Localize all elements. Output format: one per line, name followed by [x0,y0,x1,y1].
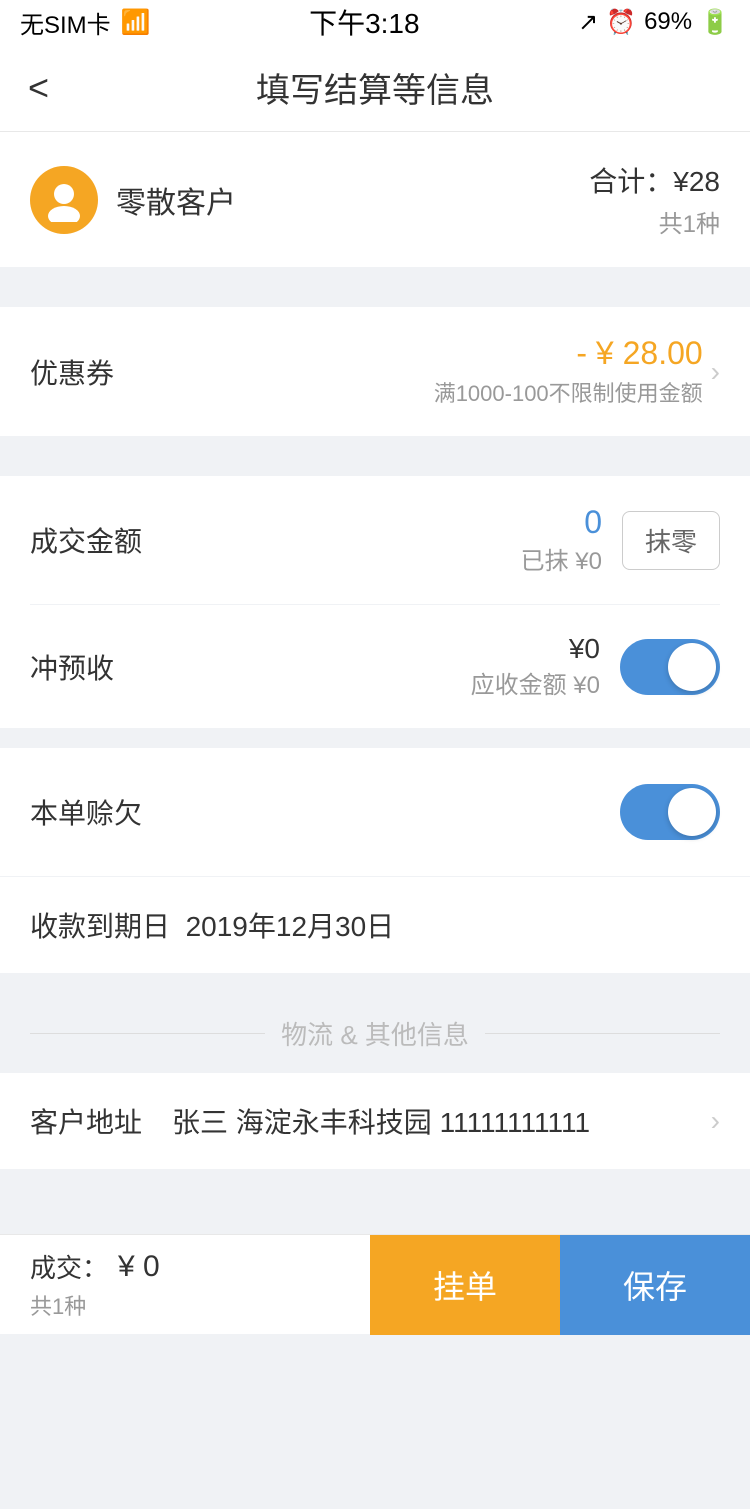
customer-summary: 合计：¥28 共1种 [589,160,720,239]
alarm-icon: ⏰ [606,8,636,37]
customer-left: 零散客户 [30,166,236,234]
prepaid-toggle[interactable] [620,639,720,695]
debt-label: 本单赊欠 [30,792,142,832]
wifi-icon: 📶 [121,8,151,37]
battery-icon: 🔋 [700,8,730,37]
prepaid-sub: 应收金额 ¥0 [471,665,600,700]
location-icon: ↗ [578,8,598,37]
coupon-amount: - ¥ 28.00 [434,335,703,372]
debt-toggle[interactable] [620,784,720,840]
customer-section: 零散客户 合计：¥28 共1种 [0,132,750,267]
transaction-sub: 已抹 ¥0 [521,541,602,576]
due-date-row: 收款到期日 2019年12月30日 [0,876,750,973]
bottom-trans-row: 成交： ¥ 0 [30,1248,340,1285]
prepaid-row: 冲预收 ¥0 应收金额 ¥0 [30,604,720,728]
hold-order-label: 挂单 [433,1262,497,1308]
transaction-right: 0 已抹 ¥0 抹零 [521,504,720,576]
customer-row: 零散客户 合计：¥28 共1种 [0,132,750,267]
customer-name: 零散客户 [116,178,236,222]
nav-bar: < 填写结算等信息 [0,44,750,132]
status-time: 下午3:18 [309,2,420,42]
coupon-row[interactable]: 优惠券 - ¥ 28.00 满1000-100不限制使用金额 › [0,307,750,436]
bottom-trans-amount: ¥ 0 [118,1250,160,1284]
toggle-knob [668,643,716,691]
coupon-section: 优惠券 - ¥ 28.00 满1000-100不限制使用金额 › [0,307,750,436]
battery-text: 69% [644,8,692,36]
total-amount: 合计：¥28 [589,160,720,200]
bottom-bar: 成交： ¥ 0 共1种 挂单 保存 [0,1234,750,1334]
section-divider-4 [0,973,750,993]
address-chevron-icon: › [711,1105,720,1137]
bottom-trans-label: 成交： [30,1248,108,1285]
logistics-label: 物流 & 其他信息 [281,1020,469,1050]
coupon-desc: 满1000-100不限制使用金额 [434,376,703,408]
address-label: 客户地址 [30,1101,142,1141]
page-title: 填写结算等信息 [256,63,494,112]
transaction-label: 成交金额 [30,520,142,560]
avatar [30,166,98,234]
address-section: 客户地址 张三 海淀永丰科技园 11111111111 › [0,1073,750,1169]
logistics-label-wrap: 物流 & 其他信息 [265,1015,485,1052]
status-left: 无SIM卡 📶 [20,5,151,40]
status-right: ↗ ⏰ 69% 🔋 [578,8,730,37]
section-divider-3 [0,728,750,748]
transaction-row: 成交金额 0 已抹 ¥0 抹零 [30,476,720,604]
save-button[interactable]: 保存 [560,1235,750,1335]
transaction-section: 成交金额 0 已抹 ¥0 抹零 冲预收 ¥0 应收金额 ¥0 [0,476,750,728]
coupon-info: - ¥ 28.00 满1000-100不限制使用金额 [434,335,703,408]
logistics-section: 物流 & 其他信息 [0,993,750,1073]
chevron-right-icon: › [711,356,720,388]
address-row[interactable]: 客户地址 张三 海淀永丰科技园 11111111111 › [0,1073,750,1169]
section-divider-2 [0,456,750,476]
transaction-amount-col: 0 已抹 ¥0 [521,504,602,576]
total-count: 共1种 [589,204,720,239]
back-button[interactable]: < [28,67,49,109]
prepaid-amount-col: ¥0 应收金额 ¥0 [471,633,600,700]
coupon-label: 优惠券 [30,352,114,392]
bottom-count: 共1种 [30,1289,340,1321]
transaction-amount: 0 [521,504,602,541]
round-down-button[interactable]: 抹零 [622,511,720,570]
save-label: 保存 [623,1262,687,1308]
debt-section: 本单赊欠 [0,748,750,876]
hold-order-button[interactable]: 挂单 [370,1235,560,1335]
coupon-right: - ¥ 28.00 满1000-100不限制使用金额 › [434,335,720,408]
prepaid-amount: ¥0 [471,633,600,665]
status-bar: 无SIM卡 📶 下午3:18 ↗ ⏰ 69% 🔋 [0,0,750,44]
bottom-info: 成交： ¥ 0 共1种 [0,1248,370,1321]
due-date-label: 收款到期日 2019年12月30日 [30,911,394,942]
prepaid-right: ¥0 应收金额 ¥0 [471,633,720,700]
debt-toggle-knob [668,788,716,836]
debt-row: 本单赊欠 [30,748,720,876]
signal-text: 无SIM卡 [20,5,111,40]
address-value: 张三 海淀永丰科技园 11111111111 [172,1101,711,1141]
section-divider-1 [0,287,750,307]
prepaid-label: 冲预收 [30,647,114,687]
